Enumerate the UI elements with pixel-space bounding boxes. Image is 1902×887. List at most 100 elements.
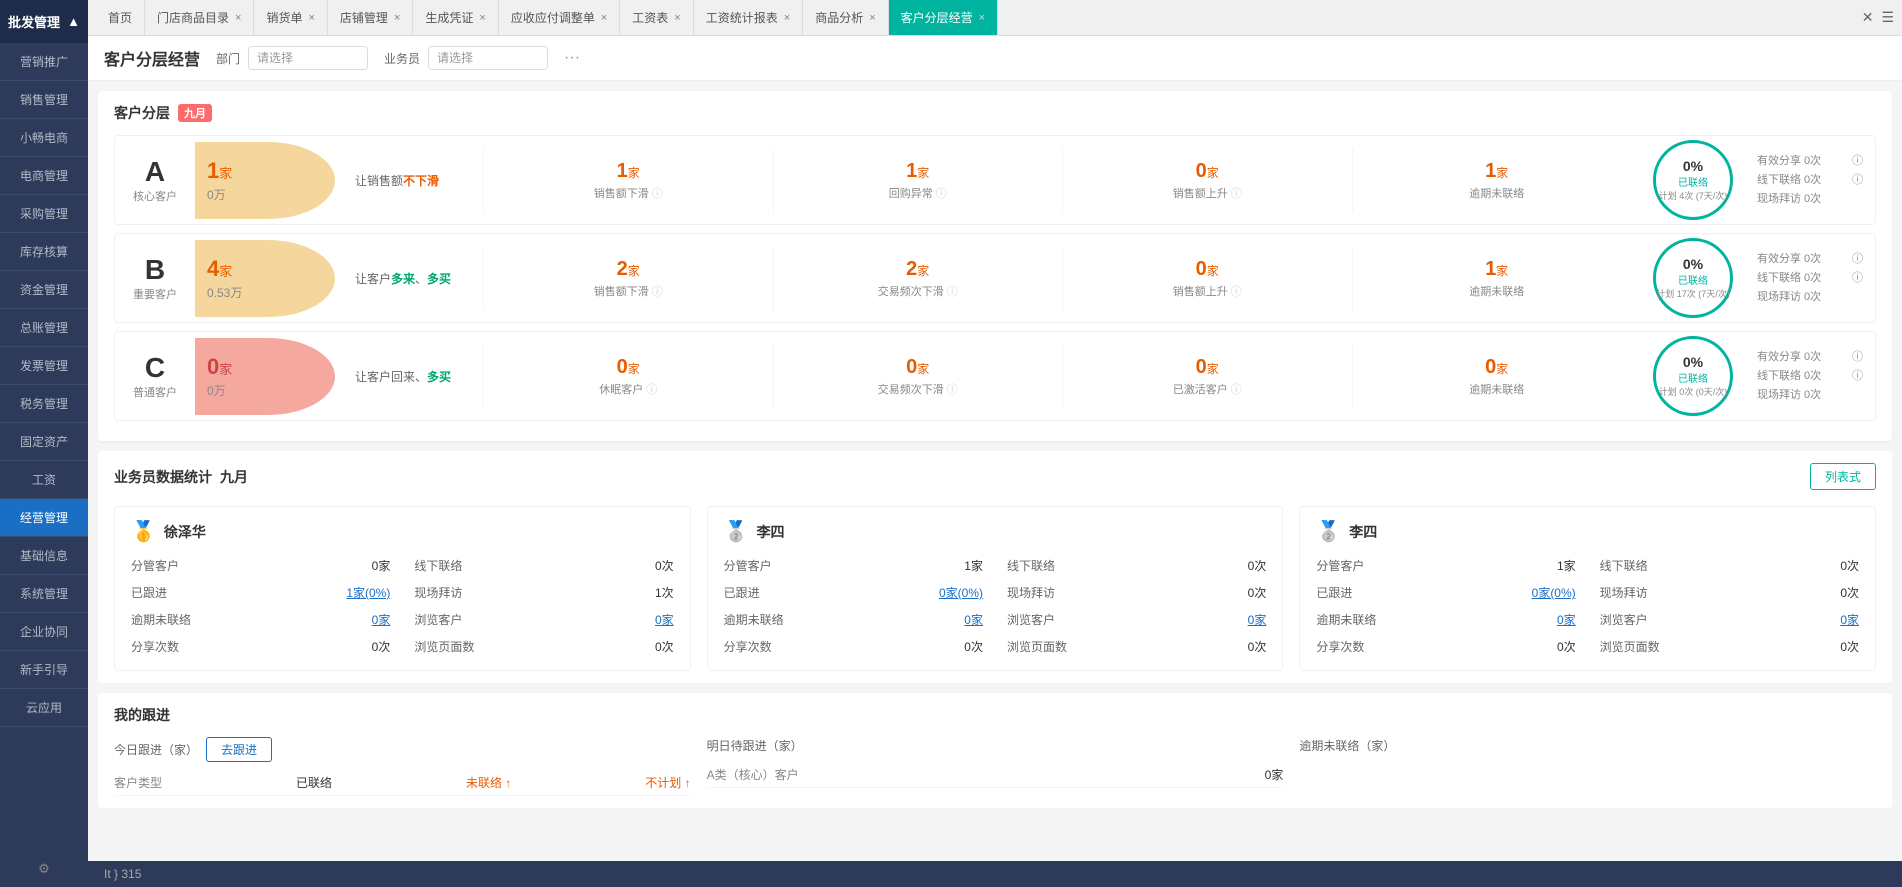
- tab-sales-order[interactable]: 销货单×: [254, 0, 327, 36]
- biz-header: 业务员数据统计 九月 列表式: [114, 463, 1876, 490]
- tab-close-all-icon[interactable]: ✕: [1862, 9, 1874, 26]
- staff-stat-row: 线下联络 0次: [1600, 554, 1859, 577]
- tab-close-customer-tier[interactable]: ×: [979, 12, 985, 24]
- tab-store-mgmt[interactable]: 店铺管理×: [328, 0, 413, 36]
- tier-c-stat-1: 0家 休眠客户 ⓘ: [483, 344, 773, 409]
- info-icon[interactable]: ⓘ: [652, 185, 663, 201]
- info-icon[interactable]: ⓘ: [1852, 250, 1863, 266]
- info-icon[interactable]: ⓘ: [1852, 171, 1863, 187]
- sidebar-item-ledger[interactable]: 总账管理: [0, 309, 88, 347]
- list-view-button[interactable]: 列表式: [1810, 463, 1876, 490]
- info-icon[interactable]: ⓘ: [1852, 367, 1863, 383]
- sidebar-item-ecommerce[interactable]: 电商管理: [0, 157, 88, 195]
- tab-store-products[interactable]: 门店商品目录×: [145, 0, 254, 36]
- go-followup-button[interactable]: 去跟进: [206, 737, 272, 762]
- sidebar-item-guide[interactable]: 新手引导: [0, 651, 88, 689]
- sidebar-item-system[interactable]: 系统管理: [0, 575, 88, 613]
- sidebar-toggle-icon[interactable]: ▲: [67, 14, 80, 29]
- info-icon[interactable]: ⓘ: [1852, 152, 1863, 168]
- staff-stat-row: 线下联络 0次: [414, 554, 673, 577]
- staff-stat-row: 浏览客户 0家: [1007, 608, 1266, 631]
- sidebar-settings[interactable]: ⚙: [0, 851, 88, 887]
- info-icon[interactable]: ⓘ: [1231, 283, 1242, 299]
- staff-stat-row: 浏览客户 0家: [1600, 608, 1859, 631]
- sidebar-item-purchase[interactable]: 采购管理: [0, 195, 88, 233]
- staff-select[interactable]: 请选择: [428, 46, 548, 70]
- staff-stat-row: 浏览客户 0家: [414, 608, 673, 631]
- sidebar-item-ecommerce-small[interactable]: 小畅电商: [0, 119, 88, 157]
- sidebar-item-basics[interactable]: 基础信息: [0, 537, 88, 575]
- info-icon[interactable]: ⓘ: [947, 283, 958, 299]
- tab-menu-icon[interactable]: ☰: [1881, 9, 1894, 26]
- sidebar-item-inventory[interactable]: 库存核算: [0, 233, 88, 271]
- tab-close-payroll[interactable]: ×: [674, 12, 680, 24]
- info-icon[interactable]: ⓘ: [646, 381, 657, 397]
- sidebar-item-finance[interactable]: 资金管理: [0, 271, 88, 309]
- info-icon[interactable]: ⓘ: [1852, 269, 1863, 285]
- tab-close-sales-order[interactable]: ×: [308, 12, 314, 24]
- sidebar-item-assets[interactable]: 固定资产: [0, 423, 88, 461]
- sidebar-item-operations[interactable]: 经营管理: [0, 499, 88, 537]
- tier-b-stat-2: 2家 交易频次下滑 ⓘ: [773, 246, 1063, 311]
- tab-close-payroll-report[interactable]: ×: [784, 12, 790, 24]
- sidebar-item-payroll[interactable]: 工资: [0, 461, 88, 499]
- staff-stat-row: 线下联络 0次: [1007, 554, 1266, 577]
- info-icon[interactable]: ⓘ: [936, 185, 947, 201]
- dept-filter: 部门 请选择: [216, 46, 368, 70]
- tab-home[interactable]: 首页: [96, 0, 145, 36]
- staff-medal-1: 🥇: [131, 519, 156, 544]
- tier-c-stat-3: 0家 已激活客户 ⓘ: [1062, 344, 1352, 409]
- tab-voucher[interactable]: 生成凭证×: [413, 0, 498, 36]
- tier-a-stat-1: 1家 销售额下滑 ⓘ: [483, 148, 773, 213]
- staff-name-3: 李四: [1349, 522, 1377, 542]
- staff-grid: 🥇 徐泽华 分管客户 0家 线下联络 0次 已跟进: [114, 506, 1876, 671]
- content-area: 客户分层经营 部门 请选择 业务员 请选择 ··· 客户分层 九月: [88, 36, 1902, 861]
- tier-c-contact-circle: 0% 已联络 计划 0次 (0天/次): [1653, 336, 1733, 416]
- sidebar-item-invoice[interactable]: 发票管理: [0, 347, 88, 385]
- tier-a-row: A 核心客户 1家 0万 让销售额不下滑 1家 销售额下滑 ⓘ 1家: [114, 135, 1876, 225]
- info-icon[interactable]: ⓘ: [652, 283, 663, 299]
- staff-stat-row: 现场拜访 0次: [1007, 581, 1266, 604]
- info-icon[interactable]: ⓘ: [1231, 381, 1242, 397]
- sidebar-item-sales[interactable]: 销售管理: [0, 81, 88, 119]
- followup-row: A类（核心）客户 0家: [707, 762, 1284, 788]
- tier-a-suggestion: 让销售额不下滑: [343, 164, 483, 197]
- tab-customer-tier[interactable]: 客户分层经营×: [889, 0, 998, 36]
- staff-filter: 业务员 请选择: [384, 46, 548, 70]
- tier-a-label: A 核心客户: [115, 136, 195, 224]
- tab-receivable[interactable]: 应收应付调整单×: [499, 0, 620, 36]
- sidebar-item-tax[interactable]: 税务管理: [0, 385, 88, 423]
- staff-stat-row: 逾期未联络 0家: [131, 608, 390, 631]
- bottom-text: It } 315: [104, 867, 141, 881]
- followup-row: 客户类型 已联络 未联络 ↑ 不计划 ↑: [114, 770, 691, 796]
- info-icon[interactable]: ⓘ: [1231, 185, 1242, 201]
- tab-payroll[interactable]: 工资表×: [620, 0, 693, 36]
- staff-label: 业务员: [384, 50, 420, 67]
- tab-close-product-analysis[interactable]: ×: [869, 12, 875, 24]
- tab-close-voucher[interactable]: ×: [479, 12, 485, 24]
- tier-a-contact-circle: 0% 已联络 计划 4次 (7天/次): [1653, 140, 1733, 220]
- sidebar-item-collab[interactable]: 企业协同: [0, 613, 88, 651]
- info-icon[interactable]: ⓘ: [947, 381, 958, 397]
- followup-title: 我的跟进: [114, 705, 1876, 725]
- sidebar-header[interactable]: 批发管理 ▲: [0, 0, 88, 43]
- info-icon[interactable]: ⓘ: [1852, 348, 1863, 364]
- tab-payroll-report[interactable]: 工资统计报表×: [694, 0, 803, 36]
- filter-more-icon[interactable]: ···: [564, 49, 580, 67]
- sidebar-item-marketing[interactable]: 营销推广: [0, 43, 88, 81]
- staff-stat-row: 浏览页面数 0次: [414, 635, 673, 658]
- biz-title: 业务员数据统计 九月: [114, 467, 248, 487]
- tier-c-row: C 普通客户 0家 0万 让客户回来、多买 0家 休眠客户 ⓘ 0家: [114, 331, 1876, 421]
- tab-close-store-mgmt[interactable]: ×: [394, 12, 400, 24]
- tab-close-receivable[interactable]: ×: [601, 12, 607, 24]
- customer-tier-title: 客户分层 九月: [114, 103, 1876, 123]
- staff-stat-row: 逾期未联络 0家: [724, 608, 983, 631]
- tab-close-store-products[interactable]: ×: [235, 12, 241, 24]
- tab-product-analysis[interactable]: 商品分析×: [803, 0, 888, 36]
- dept-select[interactable]: 请选择: [248, 46, 368, 70]
- tier-b-count: 4家 0.53万: [195, 240, 335, 317]
- sidebar-item-cloud[interactable]: 云应用: [0, 689, 88, 727]
- staff-stat-row: 分管客户 1家: [1316, 554, 1575, 577]
- tab-bar-actions: ✕ ☰: [1862, 9, 1894, 26]
- tier-c-stats: 0家 休眠客户 ⓘ 0家 交易频次下滑 ⓘ 0家 已激活客户 ⓘ 0家 逾期未联…: [483, 336, 1875, 416]
